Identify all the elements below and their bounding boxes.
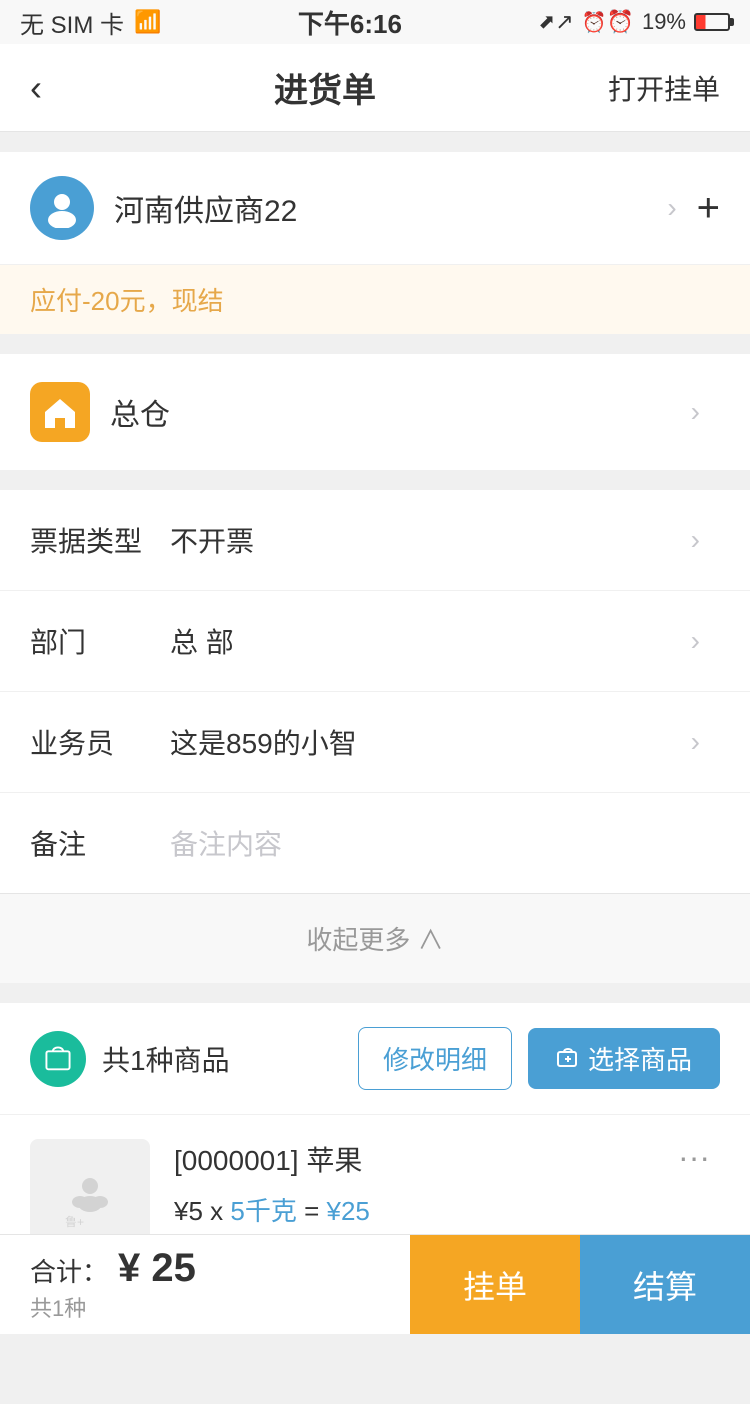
- qty-value: 5千克: [230, 1196, 296, 1226]
- products-header: 共1种商品 修改明细 选择商品: [0, 1003, 750, 1115]
- wifi-icon: [134, 8, 161, 36]
- department-label: 部门: [30, 621, 150, 661]
- remark-label: 备注: [30, 823, 150, 863]
- warehouse-icon: [30, 382, 90, 442]
- location-icon: ↗: [538, 9, 573, 35]
- warehouse-name: 总仓: [110, 390, 691, 434]
- invoice-value: 不开票: [150, 520, 691, 560]
- salesperson-chevron-icon: ›: [691, 726, 700, 758]
- warehouse-section[interactable]: 总仓 ›: [0, 354, 750, 470]
- nav-bar: ‹ 进货单 打开挂单: [0, 44, 750, 132]
- select-product-label: 选择商品: [588, 1040, 692, 1077]
- product-placeholder-icon: 鲁+: [55, 1164, 125, 1234]
- product-code: [0000001]: [174, 1145, 306, 1176]
- warehouse-row[interactable]: 总仓 ›: [0, 354, 750, 470]
- product-info: [0000001] 苹果 ¥5 x 5千克 = ¥25: [174, 1139, 668, 1228]
- supplier-avatar: [30, 176, 94, 240]
- total-count: 共1种: [30, 1291, 380, 1323]
- total-row: 合计： ¥ 25: [30, 1246, 380, 1291]
- svg-text:鲁+: 鲁+: [65, 1215, 84, 1229]
- department-row[interactable]: 部门 总 部 ›: [0, 591, 750, 692]
- collapse-label: 收起更多 ∧: [306, 920, 443, 957]
- bottom-bar: 合计： ¥ 25 共1种 挂单 结算: [0, 1234, 750, 1334]
- department-value: 总 部: [150, 621, 691, 661]
- warehouse-chevron-icon: ›: [691, 396, 700, 428]
- form-section: 票据类型 不开票 › 部门 总 部 › 业务员 这是859的小智 › 备注 备注…: [0, 490, 750, 893]
- price-multiply: x: [210, 1196, 230, 1226]
- hang-button[interactable]: 挂单: [410, 1235, 580, 1334]
- supplier-note: 应付-20元，现结: [0, 265, 750, 334]
- status-left: 无 SIM 卡: [20, 5, 161, 40]
- edit-detail-button[interactable]: 修改明细: [358, 1027, 512, 1090]
- salesperson-value: 这是859的小智: [150, 722, 691, 762]
- collapse-button[interactable]: 收起更多 ∧: [0, 893, 750, 983]
- total-section: 合计： ¥ 25 共1种: [0, 1235, 410, 1334]
- price-equals: =: [304, 1196, 326, 1226]
- alarm-icon: ⏰: [582, 9, 634, 35]
- back-button[interactable]: ‹: [30, 67, 42, 109]
- status-bar: 无 SIM 卡 下午6:16 ↗ ⏰ 19%: [0, 0, 750, 44]
- remark-input[interactable]: 备注内容: [150, 823, 720, 863]
- status-right: ↗ ⏰ 19%: [538, 9, 730, 35]
- carrier-text: 无 SIM 卡: [20, 5, 124, 40]
- product-name: [0000001] 苹果: [174, 1139, 668, 1179]
- invoice-row[interactable]: 票据类型 不开票 ›: [0, 490, 750, 591]
- open-hang-button[interactable]: 打开挂单: [608, 68, 720, 108]
- add-supplier-button[interactable]: +: [697, 186, 720, 231]
- select-product-button[interactable]: 选择商品: [528, 1028, 720, 1089]
- cart-icon: [40, 1041, 76, 1077]
- battery-icon: [694, 13, 730, 31]
- salesperson-label: 业务员: [30, 722, 150, 762]
- battery-text: 19%: [642, 9, 686, 35]
- department-chevron-icon: ›: [691, 625, 700, 657]
- total-amount: ¥ 25: [118, 1246, 196, 1291]
- price-value: ¥5: [174, 1196, 203, 1226]
- divider-1: [0, 132, 750, 152]
- remark-row[interactable]: 备注 备注内容: [0, 793, 750, 893]
- supplier-chevron-icon: ›: [667, 192, 676, 224]
- supplier-section: 河南供应商22 › + 应付-20元，现结: [0, 152, 750, 334]
- person-icon: [42, 188, 82, 228]
- home-icon: [42, 394, 78, 430]
- products-count: 共1种商品: [102, 1039, 358, 1079]
- product-title: 苹果: [306, 1145, 362, 1176]
- invoice-label: 票据类型: [30, 520, 150, 560]
- products-icon: [30, 1031, 86, 1087]
- page-title: 进货单: [274, 63, 376, 112]
- total-label: 合计：: [30, 1252, 108, 1289]
- product-more-button[interactable]: ···: [668, 1139, 720, 1176]
- invoice-chevron-icon: ›: [691, 524, 700, 556]
- product-price: ¥5 x 5千克 = ¥25: [174, 1191, 668, 1228]
- supplier-name: 河南供应商22: [114, 186, 667, 230]
- status-time: 下午6:16: [298, 4, 402, 41]
- checkout-button[interactable]: 结算: [580, 1235, 750, 1334]
- salesperson-row[interactable]: 业务员 这是859的小智 ›: [0, 692, 750, 793]
- total-value: ¥25: [327, 1196, 370, 1226]
- supplier-row[interactable]: 河南供应商22 › +: [0, 152, 750, 265]
- cart-add-icon: [556, 1047, 580, 1071]
